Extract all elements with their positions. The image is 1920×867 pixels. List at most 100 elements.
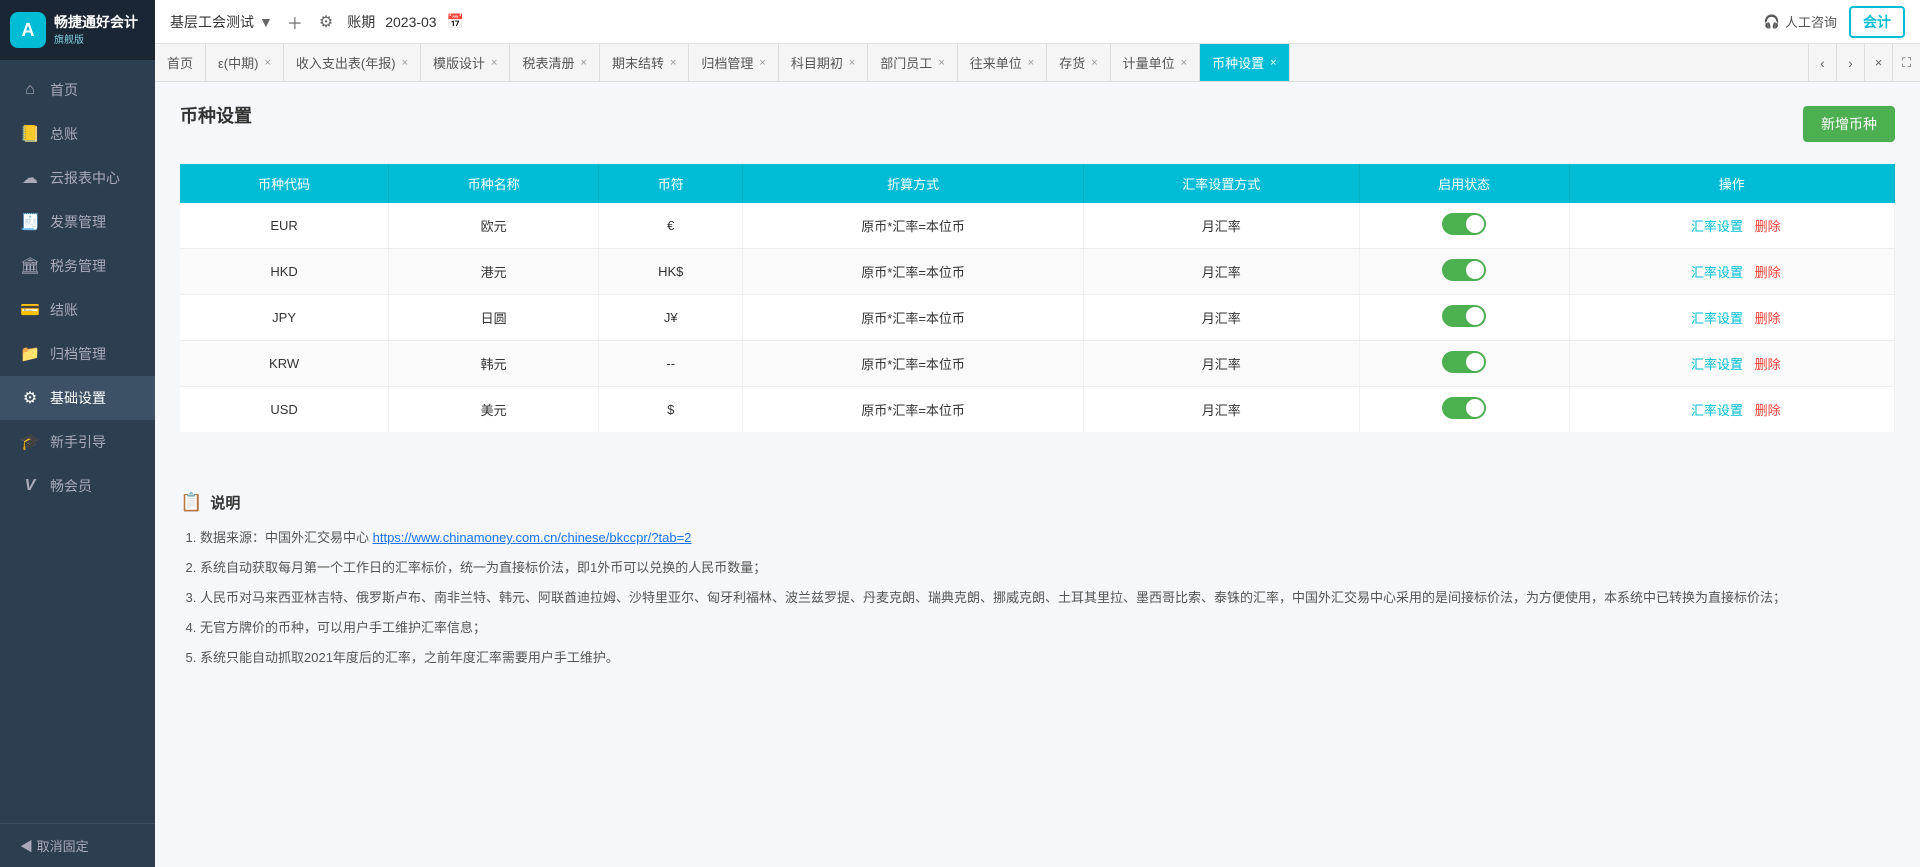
cell-code: KRW <box>180 341 389 387</box>
tab-period-end[interactable]: 期末结转 × <box>600 44 689 82</box>
tab-close-btn[interactable]: × <box>1270 57 1276 69</box>
delete-link[interactable]: 删除 <box>1755 357 1781 372</box>
settings-btn[interactable]: ⚙ <box>315 8 337 36</box>
tab-label: 首页 <box>167 53 193 72</box>
tab-archive[interactable]: 归档管理 × <box>689 44 778 82</box>
tab-close-btn[interactable]: × <box>759 57 765 69</box>
enabled-toggle[interactable] <box>1442 213 1486 235</box>
headset-icon: 🎧 <box>1764 14 1780 30</box>
tab-close-all-btn[interactable]: × <box>1864 44 1892 82</box>
rate-setting-link[interactable]: 汇率设置 <box>1691 403 1743 418</box>
tab-next-btn[interactable]: › <box>1836 44 1864 82</box>
sidebar-item-guide[interactable]: 🎓 新手引导 <box>0 420 155 464</box>
sidebar-item-label: 首页 <box>50 80 78 100</box>
topbar: 基层工会测试 ▼ ＋ ⚙ 账期 2023-03 📅 🎧 人工咨询 会计 <box>155 0 1920 44</box>
cell-symbol: J¥ <box>599 295 743 341</box>
tab-label: 模版设计 <box>433 53 485 72</box>
tab-close-btn[interactable]: × <box>1091 57 1097 69</box>
support-label: 人工咨询 <box>1785 12 1837 31</box>
currency-table: 币种代码 币种名称 币符 折算方式 汇率设置方式 启用状态 操作 EUR 欧元 … <box>180 164 1895 432</box>
tab-expand-btn[interactable]: ⛶ <box>1892 44 1920 82</box>
tab-subjects[interactable]: 科目期初 × <box>779 44 868 82</box>
sidebar-item-checkout[interactable]: 💳 结账 <box>0 288 155 332</box>
tab-close-btn[interactable]: × <box>402 57 408 69</box>
tab-prev-btn[interactable]: ‹ <box>1808 44 1836 82</box>
cell-rate-method: 月汇率 <box>1083 295 1359 341</box>
enabled-toggle[interactable] <box>1442 259 1486 281</box>
toggle-track <box>1442 397 1486 419</box>
calendar-icon[interactable]: 📅 <box>447 13 464 30</box>
tab-tax[interactable]: 税表清册 × <box>510 44 599 82</box>
delete-link[interactable]: 删除 <box>1755 403 1781 418</box>
enabled-toggle[interactable] <box>1442 351 1486 373</box>
sidebar-item-settings[interactable]: ⚙ 基础设置 <box>0 376 155 420</box>
tab-balance[interactable]: ε(中期) × <box>206 44 284 82</box>
notes-link[interactable]: https://www.chinamoney.com.cn/chinese/bk… <box>373 530 692 545</box>
note-item-4: 无官方牌价的币种，可以用户手工维护汇率信息； <box>200 615 1895 641</box>
cell-rate-method: 月汇率 <box>1083 249 1359 295</box>
enabled-toggle[interactable] <box>1442 305 1486 327</box>
cell-status <box>1359 295 1569 341</box>
tab-label: ε(中期) <box>218 53 258 72</box>
add-project-btn[interactable]: ＋ <box>283 6 307 38</box>
app-logo: A <box>10 12 46 48</box>
new-currency-btn[interactable]: 新增币种 <box>1803 106 1895 142</box>
tab-close-btn[interactable]: × <box>670 57 676 69</box>
tab-contacts[interactable]: 往来单位 × <box>958 44 1047 82</box>
sidebar-item-invoice[interactable]: 🧾 发票管理 <box>0 200 155 244</box>
tab-dept[interactable]: 部门员工 × <box>868 44 957 82</box>
sidebar-pin-toggle[interactable]: ◀ 取消固定 <box>0 823 155 867</box>
project-name: 基层工会测试 <box>170 12 254 32</box>
cell-actions: 汇率设置 删除 <box>1569 203 1894 249</box>
sidebar-item-ledger[interactable]: 📒 总账 <box>0 112 155 156</box>
cell-actions: 汇率设置 删除 <box>1569 341 1894 387</box>
rate-setting-link[interactable]: 汇率设置 <box>1691 265 1743 280</box>
sidebar-item-tax[interactable]: 🏛 税务管理 <box>0 244 155 288</box>
tab-close-btn[interactable]: × <box>1181 57 1187 69</box>
support-btn[interactable]: 🎧 人工咨询 <box>1764 12 1837 31</box>
delete-link[interactable]: 删除 <box>1755 265 1781 280</box>
enabled-toggle[interactable] <box>1442 397 1486 419</box>
ledger-icon: 📒 <box>20 124 40 144</box>
sidebar-item-member[interactable]: V 畅会员 <box>0 464 155 508</box>
tab-inventory[interactable]: 存货 × <box>1047 44 1110 82</box>
tab-home[interactable]: 首页 <box>155 44 206 82</box>
app-subtitle: 旗舰版 <box>54 31 138 46</box>
cell-code: EUR <box>180 203 389 249</box>
tab-close-btn[interactable]: × <box>849 57 855 69</box>
tab-template[interactable]: 模版设计 × <box>421 44 510 82</box>
tab-currency[interactable]: 币种设置 × <box>1200 44 1289 82</box>
tab-income[interactable]: 收入支出表(年报) × <box>284 44 421 82</box>
rate-setting-link[interactable]: 汇率设置 <box>1691 357 1743 372</box>
delete-link[interactable]: 删除 <box>1755 311 1781 326</box>
user-role-btn[interactable]: 会计 <box>1849 6 1905 38</box>
project-selector[interactable]: 基层工会测试 ▼ <box>170 12 273 32</box>
period-label: 账期 <box>347 12 375 32</box>
sidebar-item-reports[interactable]: ☁ 云报表中心 <box>0 156 155 200</box>
sidebar-item-home[interactable]: ⌂ 首页 <box>0 68 155 112</box>
tab-unit[interactable]: 计量单位 × <box>1111 44 1200 82</box>
tab-close-btn[interactable]: × <box>491 57 497 69</box>
cell-rate-method: 月汇率 <box>1083 387 1359 433</box>
cell-name: 日圆 <box>389 295 599 341</box>
topbar-actions: ＋ ⚙ <box>283 6 337 38</box>
delete-link[interactable]: 删除 <box>1755 219 1781 234</box>
sidebar-item-label: 新手引导 <box>50 432 106 452</box>
sidebar-item-label: 畅会员 <box>50 476 92 496</box>
tab-close-btn[interactable]: × <box>1028 57 1034 69</box>
tab-close-btn[interactable]: × <box>581 57 587 69</box>
sidebar: A 畅捷通好会计 旗舰版 ⌂ 首页 📒 总账 ☁ 云报表中心 🧾 发票管理 🏛 … <box>0 0 155 867</box>
main-area: 基层工会测试 ▼ ＋ ⚙ 账期 2023-03 📅 🎧 人工咨询 会计 首页 <box>155 0 1920 867</box>
rate-setting-link[interactable]: 汇率设置 <box>1691 311 1743 326</box>
sidebar-item-archive[interactable]: 📁 归档管理 <box>0 332 155 376</box>
cell-symbol: -- <box>599 341 743 387</box>
rate-setting-link[interactable]: 汇率设置 <box>1691 219 1743 234</box>
tab-label: 期末结转 <box>612 53 664 72</box>
note-item-1: 数据来源：中国外汇交易中心 https://www.chinamoney.com… <box>200 525 1895 551</box>
tab-close-btn[interactable]: × <box>938 57 944 69</box>
table-row: JPY 日圆 J¥ 原币*汇率=本位币 月汇率 汇率设置 删除 <box>180 295 1895 341</box>
member-icon: V <box>20 477 40 495</box>
cell-status <box>1359 387 1569 433</box>
cell-calc-method: 原币*汇率=本位币 <box>743 341 1084 387</box>
tab-close-btn[interactable]: × <box>264 57 270 69</box>
